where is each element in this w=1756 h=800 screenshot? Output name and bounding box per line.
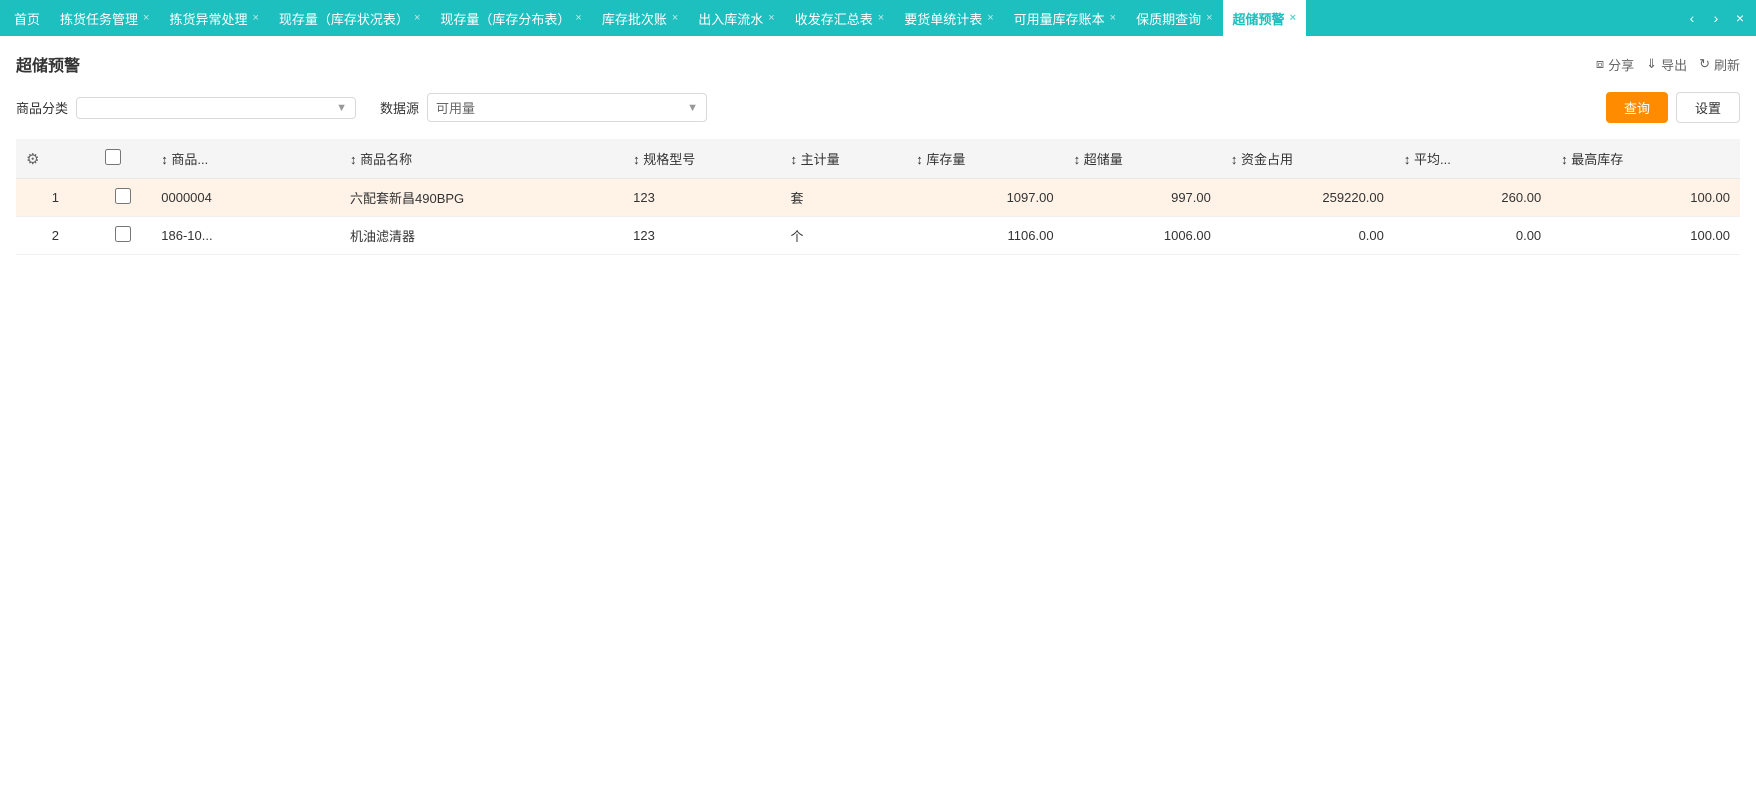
nav-next-button[interactable]: › bbox=[1704, 0, 1728, 36]
row-index: 1 bbox=[16, 179, 95, 217]
nav-item-home[interactable]: 首页 bbox=[4, 0, 50, 36]
th-spec: ↕ 规格型号 bbox=[623, 139, 780, 179]
close-icon[interactable]: × bbox=[987, 12, 993, 24]
th-code: ↕ 商品... bbox=[151, 139, 340, 179]
data-source-select[interactable]: 可用量 ▼ bbox=[427, 93, 707, 122]
settings-button[interactable]: 设置 bbox=[1676, 92, 1740, 123]
page-title: 超储预警 bbox=[16, 52, 80, 76]
row-avg: 0.00 bbox=[1394, 217, 1551, 255]
refresh-icon: ↻ bbox=[1699, 56, 1710, 72]
nav-arrows: ‹ › × bbox=[1680, 0, 1752, 36]
th-unit: ↕ 主计量 bbox=[780, 139, 906, 179]
row-unit: 个 bbox=[780, 217, 906, 255]
row-unit: 套 bbox=[780, 179, 906, 217]
filter-buttons: 查询 设置 bbox=[1606, 92, 1740, 123]
row-over: 1006.00 bbox=[1064, 217, 1221, 255]
close-icon[interactable]: × bbox=[575, 12, 581, 24]
th-checkbox bbox=[95, 139, 152, 179]
row-stock: 1097.00 bbox=[906, 179, 1063, 217]
nav-item-stock-status[interactable]: 现存量（库存状况表） × bbox=[269, 0, 430, 36]
th-gear: ⚙ bbox=[16, 139, 95, 179]
nav-item-batch[interactable]: 库存批次账 × bbox=[592, 0, 688, 36]
row-capital: 0.00 bbox=[1221, 217, 1394, 255]
row-code: 186-10... bbox=[151, 217, 340, 255]
nav-item-expiry[interactable]: 保质期查询 × bbox=[1126, 0, 1222, 36]
product-category-select[interactable]: ▼ bbox=[76, 97, 356, 119]
close-icon[interactable]: × bbox=[1110, 12, 1116, 24]
row-checkbox[interactable] bbox=[115, 188, 131, 204]
row-spec: 123 bbox=[623, 217, 780, 255]
export-icon: ⇓ bbox=[1646, 56, 1657, 72]
close-icon[interactable]: × bbox=[143, 12, 149, 24]
row-spec: 123 bbox=[623, 179, 780, 217]
th-stock: ↕ 库存量 bbox=[906, 139, 1063, 179]
main-content: 超储预警 ⧈ 分享 ⇓ 导出 ↻ 刷新 商品分类 ▼ 数据源 bbox=[0, 36, 1756, 800]
nav-item-stock-dist[interactable]: 现存量（库存分布表） × bbox=[430, 0, 591, 36]
share-button[interactable]: ⧈ 分享 bbox=[1596, 55, 1634, 74]
query-button[interactable]: 查询 bbox=[1606, 92, 1668, 123]
row-maxstock: 100.00 bbox=[1551, 179, 1740, 217]
close-icon[interactable]: × bbox=[672, 12, 678, 24]
row-maxstock: 100.00 bbox=[1551, 217, 1740, 255]
nav-item-task[interactable]: 拣货任务管理 × bbox=[50, 0, 159, 36]
nav-prev-button[interactable]: ‹ bbox=[1680, 0, 1704, 36]
filter-data-source: 数据源 可用量 ▼ bbox=[380, 93, 707, 122]
row-capital: 259220.00 bbox=[1221, 179, 1394, 217]
title-actions: ⧈ 分享 ⇓ 导出 ↻ 刷新 bbox=[1596, 55, 1740, 74]
row-checkbox-cell bbox=[95, 217, 152, 255]
nav-item-inout[interactable]: 出入库流水 × bbox=[688, 0, 784, 36]
nav-item-overstock[interactable]: 超储预警 × bbox=[1223, 0, 1306, 36]
row-index: 2 bbox=[16, 217, 95, 255]
export-button[interactable]: ⇓ 导出 bbox=[1646, 55, 1687, 74]
row-name: 机油滤清器 bbox=[340, 217, 623, 255]
row-checkbox-cell bbox=[95, 179, 152, 217]
nav-item-order-stat[interactable]: 要货单统计表 × bbox=[894, 0, 1003, 36]
row-code: 0000004 bbox=[151, 179, 340, 217]
row-stock: 1106.00 bbox=[906, 217, 1063, 255]
settings-gear-icon[interactable]: ⚙ bbox=[26, 151, 39, 168]
row-checkbox[interactable] bbox=[115, 226, 131, 242]
table-header: ⚙ ↕ 商品... ↕ 商品名称 ↕ 规格型号 ↕ bbox=[16, 139, 1740, 179]
th-over: ↕ 超储量 bbox=[1064, 139, 1221, 179]
nav-item-exception[interactable]: 拣货异常处理 × bbox=[159, 0, 268, 36]
row-avg: 260.00 bbox=[1394, 179, 1551, 217]
data-table: ⚙ ↕ 商品... ↕ 商品名称 ↕ 规格型号 ↕ bbox=[16, 139, 1740, 255]
filter-product-category: 商品分类 ▼ bbox=[16, 97, 356, 119]
th-avg: ↕ 平均... bbox=[1394, 139, 1551, 179]
select-all-checkbox[interactable] bbox=[105, 149, 121, 165]
refresh-button[interactable]: ↻ 刷新 bbox=[1699, 55, 1740, 74]
close-icon[interactable]: × bbox=[414, 12, 420, 24]
share-icon: ⧈ bbox=[1596, 56, 1604, 72]
table-row: 1 0000004 六配套新昌490BPG 123 套 1097.00 997.… bbox=[16, 179, 1740, 217]
nav-item-summary[interactable]: 收发存汇总表 × bbox=[785, 0, 894, 36]
product-category-label: 商品分类 bbox=[16, 98, 68, 117]
filter-bar: 商品分类 ▼ 数据源 可用量 ▼ 查询 设置 bbox=[16, 92, 1740, 123]
table-body: 1 0000004 六配套新昌490BPG 123 套 1097.00 997.… bbox=[16, 179, 1740, 255]
dropdown-arrow-icon: ▼ bbox=[687, 102, 698, 114]
row-name: 六配套新昌490BPG bbox=[340, 179, 623, 217]
data-source-label: 数据源 bbox=[380, 98, 419, 117]
close-icon[interactable]: × bbox=[878, 12, 884, 24]
close-icon[interactable]: × bbox=[1206, 12, 1212, 24]
close-icon[interactable]: × bbox=[768, 12, 774, 24]
page-title-bar: 超储预警 ⧈ 分享 ⇓ 导出 ↻ 刷新 bbox=[16, 52, 1740, 76]
row-over: 997.00 bbox=[1064, 179, 1221, 217]
top-nav: 首页 拣货任务管理 × 拣货异常处理 × 现存量（库存状况表） × 现存量（库存… bbox=[0, 0, 1756, 36]
nav-item-available[interactable]: 可用量库存账本 × bbox=[1004, 0, 1126, 36]
close-icon[interactable]: × bbox=[252, 12, 258, 24]
close-icon[interactable]: × bbox=[1290, 12, 1296, 24]
table-row: 2 186-10... 机油滤清器 123 个 1106.00 1006.00 … bbox=[16, 217, 1740, 255]
th-capital: ↕ 资金占用 bbox=[1221, 139, 1394, 179]
th-name: ↕ 商品名称 bbox=[340, 139, 623, 179]
dropdown-arrow-icon: ▼ bbox=[336, 102, 347, 114]
nav-close-button[interactable]: × bbox=[1728, 0, 1752, 36]
th-maxstock: ↕ 最高库存 bbox=[1551, 139, 1740, 179]
